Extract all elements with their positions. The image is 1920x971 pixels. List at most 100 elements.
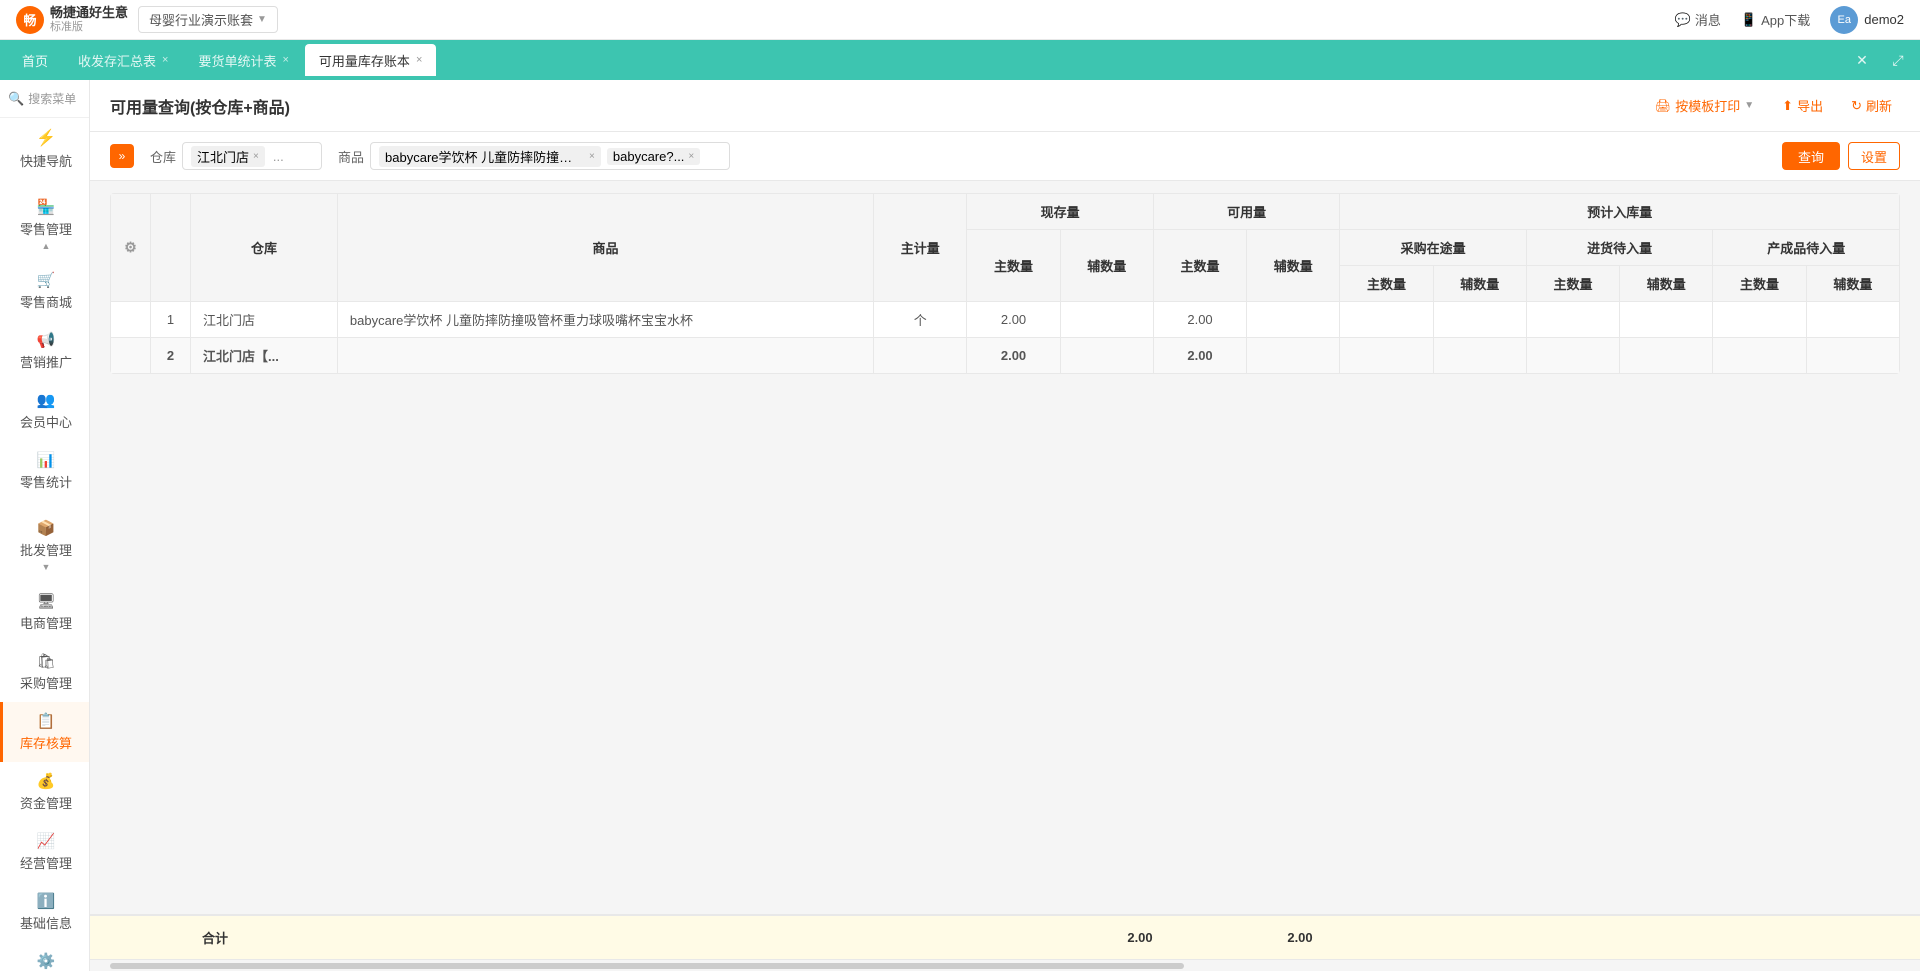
sidebar-item-quick-nav[interactable]: ⚡ 快捷导航 bbox=[0, 118, 89, 180]
app-name-sub: 标准版 bbox=[50, 21, 128, 34]
sidebar-item-ecommerce-mgmt[interactable]: 🖥 电商管理 bbox=[0, 582, 89, 642]
table-area: ⚙ 仓库 商品 主计量 现存量 可用量 预计入库量 主数量 辅数量 主数量 bbox=[90, 181, 1920, 914]
filter-toggle-button[interactable]: » bbox=[110, 144, 134, 168]
footer-avail-sub bbox=[1340, 922, 1420, 953]
warehouse-tag: 江北门店 × bbox=[191, 146, 265, 167]
row2-settings bbox=[111, 338, 151, 374]
footer-avail-main: 2.00 bbox=[1260, 922, 1340, 953]
app-name: 畅捷通好生意 标准版 bbox=[50, 5, 128, 34]
user-name[interactable]: demo2 bbox=[1864, 12, 1904, 27]
row2-product bbox=[337, 338, 873, 374]
sidebar-item-label: 基础信息 bbox=[20, 913, 72, 932]
row1-no: 1 bbox=[151, 302, 191, 338]
table-settings-icon[interactable]: ⚙ bbox=[124, 239, 137, 255]
incoming-pending-header: 进货待入量 bbox=[1526, 230, 1713, 266]
print-icon: 🖨 bbox=[1655, 98, 1672, 114]
product-input[interactable]: babycare学饮杯 儿童防摔防撞吸管杯重力球吸嘴杯宝宝水杯 × babyca… bbox=[370, 142, 730, 170]
footer-production-sub bbox=[1820, 922, 1900, 953]
sidebar-item-member-center[interactable]: 👥 会员中心 bbox=[0, 381, 89, 441]
warehouse-tag-remove[interactable]: × bbox=[253, 151, 259, 162]
user-area[interactable]: Ea demo2 bbox=[1830, 6, 1904, 34]
refresh-button[interactable]: ↻ 刷新 bbox=[1843, 92, 1900, 119]
print-button[interactable]: 🖨 按模板打印 ▼ bbox=[1647, 92, 1762, 119]
sidebar-item-purchase-mgmt[interactable]: 🛍 采购管理 bbox=[0, 642, 89, 702]
tab-close-receive[interactable]: × bbox=[162, 54, 168, 66]
sidebar-item-label: 零售管理 bbox=[20, 219, 72, 238]
main-layout: 🔍 搜索菜单 ⚡ 快捷导航 🏪 零售管理 ▲ 🛒 零售商城 📢 营销推广 👥 会… bbox=[0, 80, 1920, 971]
sidebar-item-retail-mgmt[interactable]: 🏪 零售管理 ▲ bbox=[0, 188, 89, 261]
page-actions: 🖨 按模板打印 ▼ ⬆ 导出 ↻ 刷新 bbox=[1647, 92, 1900, 119]
tab-order-stats[interactable]: 要货单统计表 × bbox=[184, 44, 302, 76]
query-button[interactable]: 查询 bbox=[1782, 142, 1840, 170]
sidebar-item-basic-info[interactable]: ℹ️ 基础信息 bbox=[0, 882, 89, 942]
product-col-header: 商品 bbox=[337, 194, 873, 302]
sidebar-item-label: 库存核算 bbox=[20, 733, 72, 752]
tab-close-inventory[interactable]: × bbox=[416, 54, 422, 66]
sidebar-search[interactable]: 🔍 搜索菜单 bbox=[0, 80, 89, 118]
expand-button[interactable]: ⤢ bbox=[1884, 46, 1912, 74]
tab-receive-summary[interactable]: 收发存汇总表 × bbox=[64, 44, 182, 76]
product-tag-2: babycare?... × bbox=[607, 148, 700, 165]
filter-bar: » 仓库 江北门店 × ... 商品 babycare学饮杯 儿童防摔防撞吸管杯… bbox=[90, 132, 1920, 181]
close-all-button[interactable]: ✕ bbox=[1848, 46, 1876, 74]
tab-available-inventory[interactable]: 可用量库存账本 × bbox=[305, 44, 436, 76]
current-stock-col-header: 现存量 bbox=[967, 194, 1154, 230]
purchase-transit-header: 采购在途量 bbox=[1340, 230, 1527, 266]
footer-stock-main: 2.00 bbox=[1100, 922, 1180, 953]
chevron-icon: ▼ bbox=[42, 562, 51, 572]
product-tag-1-remove[interactable]: × bbox=[589, 151, 595, 162]
product-tag-2-remove[interactable]: × bbox=[688, 151, 694, 162]
ecommerce-icon: 🖥 bbox=[36, 592, 55, 610]
industry-selector[interactable]: 母婴行业演示账套 ▼ bbox=[138, 6, 278, 33]
sidebar-item-wholesale-mgmt[interactable]: 📦 批发管理 ▼ bbox=[0, 509, 89, 582]
warehouse-more[interactable]: ... bbox=[269, 149, 288, 164]
app-download-button[interactable]: 📱 App下载 bbox=[1741, 10, 1810, 29]
footer-empty-2 bbox=[150, 922, 190, 953]
sidebar-item-operation-mgmt[interactable]: 📈 经营管理 bbox=[0, 822, 89, 882]
export-button[interactable]: ⬆ 导出 bbox=[1774, 92, 1831, 119]
production-pending-header: 产成品待入量 bbox=[1713, 230, 1900, 266]
sidebar-item-label: 经营管理 bbox=[20, 853, 72, 872]
download-icon: 📱 bbox=[1741, 12, 1757, 28]
row2-avail-main: 2.00 bbox=[1153, 338, 1246, 374]
warehouse-input[interactable]: 江北门店 × ... bbox=[182, 142, 322, 170]
row2-production-main bbox=[1713, 338, 1806, 374]
row1-stock-sub bbox=[1060, 302, 1153, 338]
settings-button[interactable]: 设置 bbox=[1848, 142, 1900, 170]
available-col-header: 可用量 bbox=[1153, 194, 1340, 230]
data-table: ⚙ 仓库 商品 主计量 现存量 可用量 预计入库量 主数量 辅数量 主数量 bbox=[110, 193, 1900, 374]
footer-row: 合计 2.00 2.00 bbox=[110, 922, 1900, 953]
chevron-down-icon: ▼ bbox=[257, 14, 267, 25]
sidebar-item-label: 快捷导航 bbox=[20, 151, 72, 170]
settings-col-header: ⚙ bbox=[111, 194, 151, 302]
horizontal-scrollbar-thumb[interactable] bbox=[110, 963, 1184, 969]
row1-stock-main: 2.00 bbox=[967, 302, 1060, 338]
sidebar-item-label: 零售商城 bbox=[20, 292, 72, 311]
production-main-header: 主数量 bbox=[1713, 266, 1806, 302]
footer-empty-3 bbox=[310, 922, 1020, 953]
row2-stock-main: 2.00 bbox=[967, 338, 1060, 374]
tab-close-order[interactable]: × bbox=[282, 54, 288, 66]
sidebar-item-inventory-check[interactable]: 📋 库存核算 bbox=[0, 702, 89, 762]
row1-production-sub bbox=[1806, 302, 1899, 338]
export-icon: ⬆ bbox=[1782, 98, 1793, 114]
row1-purchase-sub bbox=[1433, 302, 1526, 338]
industry-label: 母婴行业演示账套 bbox=[149, 10, 253, 29]
tab-home[interactable]: 首页 bbox=[8, 44, 62, 76]
sidebar-item-system-mgmt[interactable]: ⚙️ 系统管理 bbox=[0, 942, 89, 971]
no-col-header bbox=[151, 194, 191, 302]
message-button[interactable]: 💬 消息 bbox=[1675, 10, 1721, 29]
footer-incoming-main bbox=[1580, 922, 1660, 953]
sidebar-item-marketing[interactable]: 📢 营销推广 bbox=[0, 321, 89, 381]
sidebar-item-retail-mall[interactable]: 🛒 零售商城 bbox=[0, 261, 89, 321]
avail-sub-sub-header: 辅数量 bbox=[1247, 230, 1340, 302]
expected-inbound-col-header: 预计入库量 bbox=[1340, 194, 1900, 230]
sidebar-item-finance-mgmt[interactable]: 💰 资金管理 bbox=[0, 762, 89, 822]
row1-incoming-sub bbox=[1620, 302, 1713, 338]
system-mgmt-icon: ⚙️ bbox=[37, 952, 56, 970]
row2-stock-sub bbox=[1060, 338, 1153, 374]
refresh-icon: ↻ bbox=[1851, 98, 1862, 114]
sidebar-item-retail-stats[interactable]: 📊 零售统计 bbox=[0, 441, 89, 501]
retail-mgmt-icon: 🏪 bbox=[37, 198, 56, 216]
logo-icon: 畅 bbox=[16, 6, 44, 34]
